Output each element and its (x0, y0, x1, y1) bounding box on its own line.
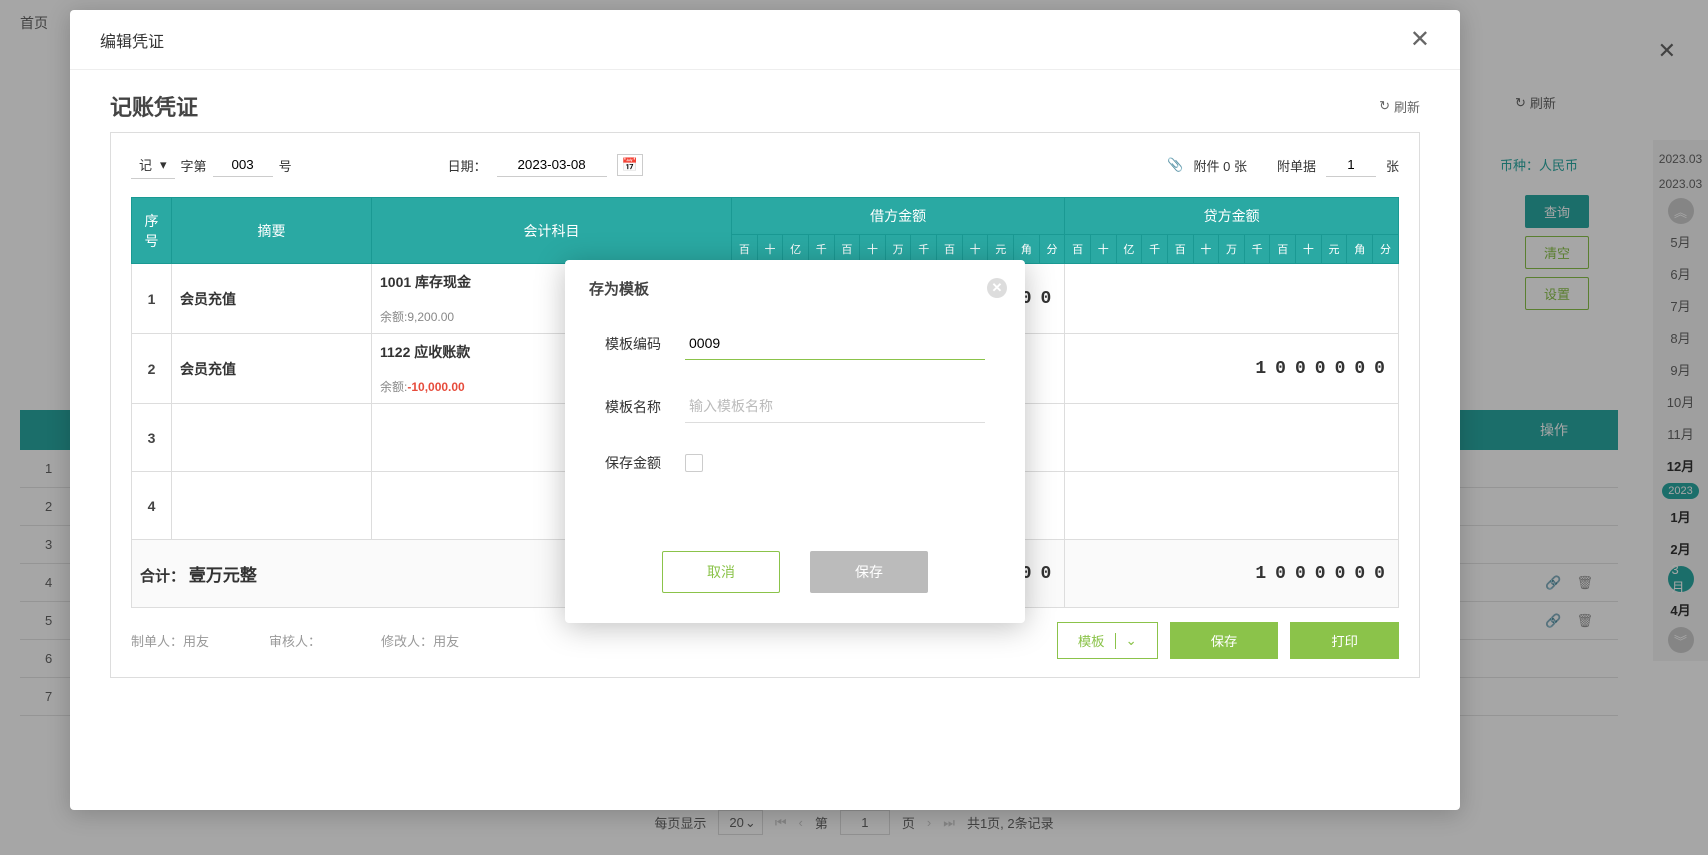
digit-label: 千 (1142, 235, 1168, 264)
digit-label: 百 (1270, 235, 1296, 264)
date-area: 日期： 📅 (448, 153, 643, 177)
th-subject: 会计科目 (372, 198, 732, 264)
summary-cell[interactable]: 会员充值 (172, 264, 372, 334)
num-prefix: 字第 (181, 156, 207, 175)
print-button[interactable]: 打印 (1290, 622, 1399, 659)
voucher-number-input[interactable] (213, 153, 273, 177)
digit-label: 千 (1244, 235, 1270, 264)
refresh-icon: ↻ (1379, 98, 1390, 114)
date-label: 日期： (448, 156, 487, 175)
credit-cell[interactable] (1065, 404, 1399, 472)
voucher-type-select[interactable]: 记 ▾ (131, 151, 175, 179)
credit-cell[interactable] (1065, 472, 1399, 540)
maker-info: 制单人：用友 (131, 631, 209, 650)
cancel-button[interactable]: 取消 (662, 551, 780, 593)
attached-doc-suffix: 张 (1386, 156, 1399, 175)
th-index: 序号 (132, 198, 172, 264)
credit-cell[interactable] (1065, 264, 1399, 334)
clip-icon[interactable]: 📎 (1167, 157, 1183, 173)
row-number: 4 (132, 472, 172, 540)
template-name-field: 模板名称 (605, 390, 985, 423)
template-code-field: 模板编码 (605, 327, 985, 360)
save-button[interactable]: 保存 (810, 551, 928, 593)
voucher-top-bar: 记账凭证 ↻ 刷新 (110, 90, 1420, 122)
th-credit: 贷方金额 (1065, 198, 1399, 235)
close-icon[interactable]: ✕ (1410, 28, 1430, 52)
digit-label: 元 (1321, 235, 1347, 264)
digit-label: 亿 (1116, 235, 1142, 264)
date-input[interactable] (497, 153, 607, 177)
digit-label: 百 (1065, 235, 1091, 264)
digit-label: 百 (1167, 235, 1193, 264)
save-voucher-button[interactable]: 保存 (1170, 622, 1279, 659)
save-template-dialog: 存为模板 ✕ 模板编码 模板名称 保存金额 取消 保存 (565, 260, 1025, 623)
total-label: 合计： (140, 568, 185, 585)
inner-dialog-footer: 取消 保存 (565, 533, 1025, 623)
digit-label: 分 (1039, 235, 1065, 264)
attached-doc-input[interactable] (1326, 153, 1376, 177)
modifier-info: 修改人：用友 (381, 631, 459, 650)
calendar-icon[interactable]: 📅 (617, 154, 643, 176)
voucher-refresh-button[interactable]: ↻ 刷新 (1379, 97, 1420, 116)
row-number: 3 (132, 404, 172, 472)
template-code-input[interactable] (685, 327, 985, 360)
save-amount-field: 保存金额 (605, 453, 985, 473)
chevron-down-icon: ▾ (160, 157, 167, 173)
inner-dialog-body: 模板编码 模板名称 保存金额 (565, 317, 1025, 533)
row-number: 2 (132, 334, 172, 404)
modal-title: 编辑凭证 (100, 28, 164, 52)
name-label: 模板名称 (605, 397, 685, 417)
summary-cell[interactable] (172, 404, 372, 472)
digit-label: 分 (1373, 235, 1399, 264)
template-button[interactable]: 模板 ⌄ (1057, 622, 1158, 659)
save-amount-checkbox[interactable] (685, 454, 703, 472)
voucher-actions: 模板 ⌄ 保存 打印 (1057, 622, 1399, 659)
chevron-down-icon: ⌄ (1115, 633, 1137, 649)
attachment-label: 附件 0 张 (1194, 156, 1247, 175)
modal-header: 编辑凭证 ✕ (70, 10, 1460, 70)
inner-dialog-title: 存为模板 (589, 281, 649, 298)
summary-cell[interactable]: 会员充值 (172, 334, 372, 404)
close-icon[interactable]: ✕ (987, 278, 1007, 298)
digit-label: 十 (1296, 235, 1322, 264)
code-label: 模板编码 (605, 334, 685, 354)
voucher-title: 记账凭证 (110, 90, 198, 122)
digit-label: 十 (1193, 235, 1219, 264)
template-name-input[interactable] (685, 390, 985, 423)
th-summary: 摘要 (172, 198, 372, 264)
save-amount-label: 保存金额 (605, 453, 685, 473)
total-text: 壹万元整 (189, 566, 257, 585)
credit-cell[interactable]: 1000000 (1065, 334, 1399, 404)
digit-label: 万 (1219, 235, 1245, 264)
reviewer-info: 审核人： (269, 631, 321, 650)
total-credit: 1000000 (1065, 540, 1399, 608)
digit-label: 角 (1347, 235, 1373, 264)
th-debit: 借方金额 (732, 198, 1065, 235)
inner-dialog-header: 存为模板 ✕ (565, 260, 1025, 317)
attached-doc-label: 附单据 (1277, 156, 1316, 175)
digit-label: 十 (1090, 235, 1116, 264)
summary-cell[interactable] (172, 472, 372, 540)
row-number: 1 (132, 264, 172, 334)
num-suffix: 号 (279, 156, 292, 175)
attachment-meta: 📎 附件 0 张 附单据 张 (1167, 153, 1399, 177)
voucher-meta-row: 记 ▾ 字第 号 日期： 📅 📎 附件 0 张 附单据 (131, 151, 1399, 179)
